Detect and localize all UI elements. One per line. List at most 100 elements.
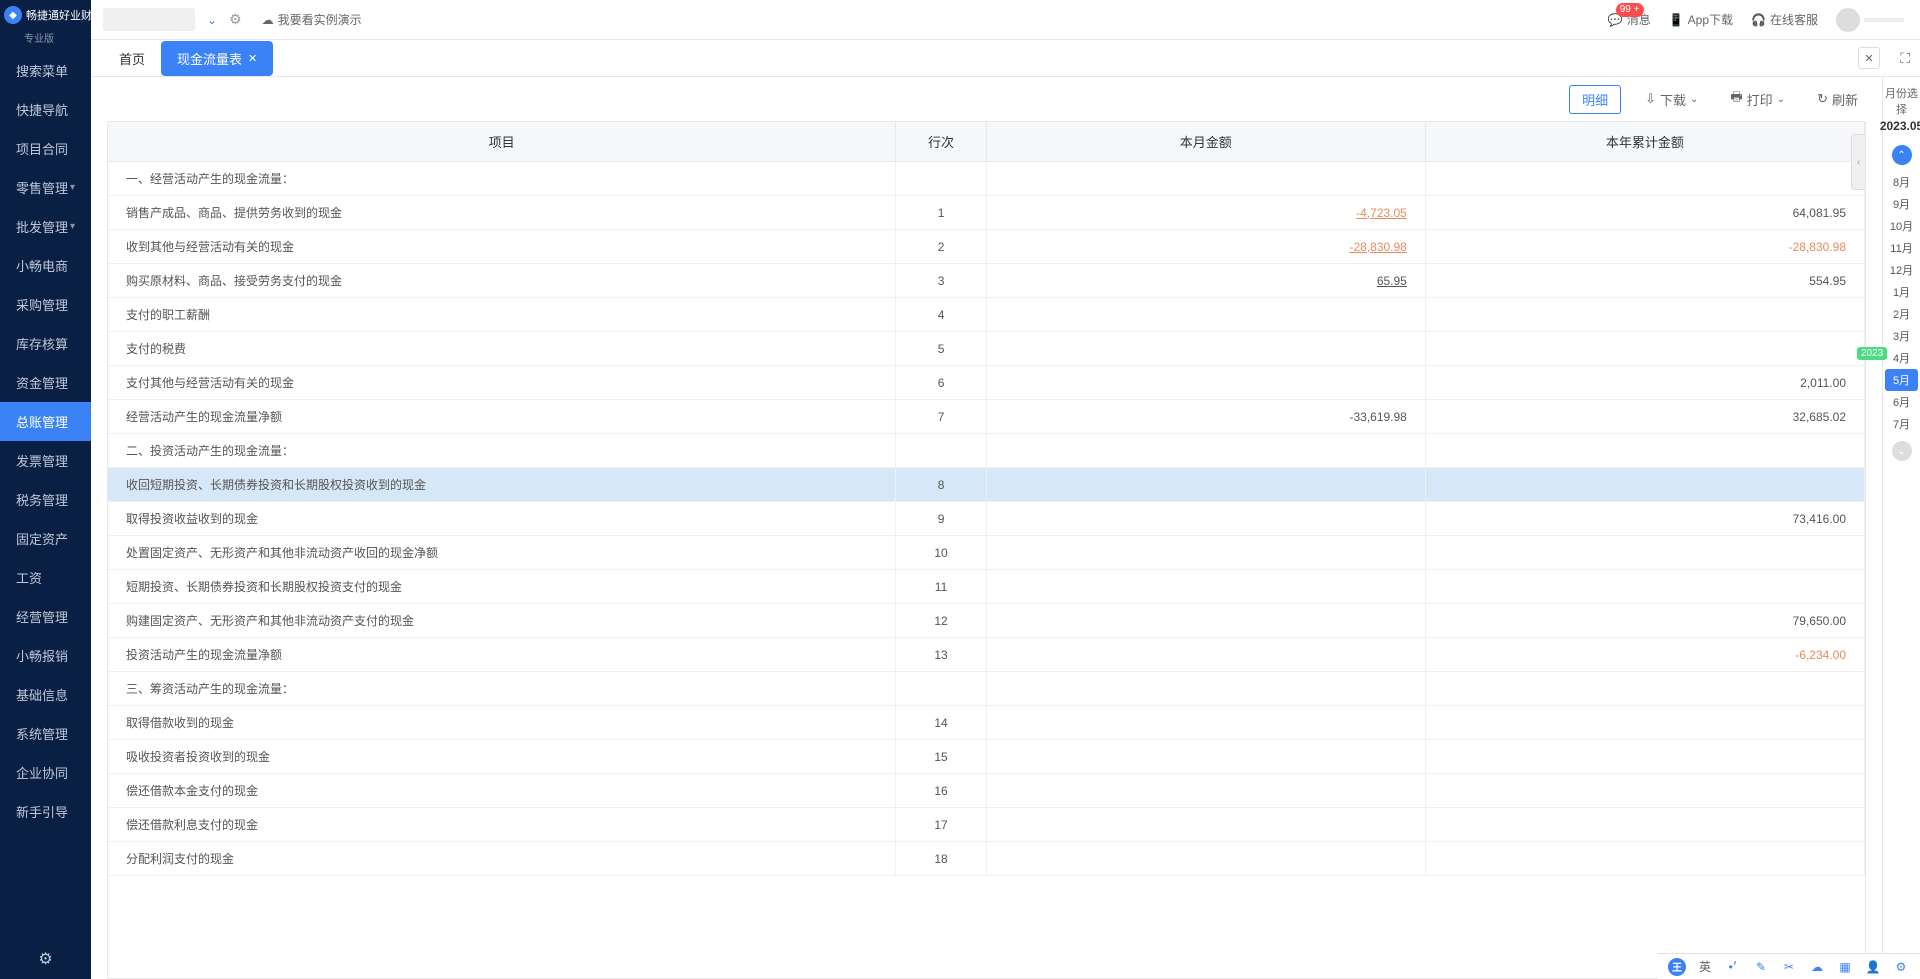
table-row[interactable]: 取得借款收到的现金14 bbox=[108, 706, 1865, 740]
tabbar: 首页 现金流量表 ✕ ✕ ⛶ bbox=[91, 40, 1920, 77]
sidebar-item[interactable]: 系统管理 bbox=[0, 714, 91, 753]
sidebar-item[interactable]: 企业协同 bbox=[0, 753, 91, 792]
sidebar-item[interactable]: 批发管理▾ bbox=[0, 207, 91, 246]
amount-link[interactable]: -4,723.05 bbox=[1356, 206, 1407, 220]
tb-icon-cloud[interactable]: ☁ bbox=[1808, 958, 1826, 976]
org-dropdown-icon[interactable]: ⌄ bbox=[207, 13, 217, 27]
table-row[interactable]: 短期投资、长期债券投资和长期股权投资支付的现金11 bbox=[108, 570, 1865, 604]
amount-link[interactable]: -28,830.98 bbox=[1349, 240, 1406, 254]
tab-home[interactable]: 首页 bbox=[103, 41, 161, 76]
topbar: ⌄ ⚙ ☁ 我要看实例演示 99 + 💬 消息 📱 App下载 � bbox=[91, 0, 1920, 40]
table-row[interactable]: 取得投资收益收到的现金973,416.00 bbox=[108, 502, 1865, 536]
tb-icon-gear[interactable]: ⚙ bbox=[1892, 958, 1910, 976]
tb-icon-3[interactable]: ✂ bbox=[1780, 958, 1798, 976]
table-row[interactable]: 偿还借款利息支付的现金17 bbox=[108, 808, 1865, 842]
sidebar-item[interactable]: 工资 bbox=[0, 558, 91, 597]
chevron-down-icon: ▾ bbox=[70, 182, 75, 193]
table-row[interactable]: 二、投资活动产生的现金流量： bbox=[108, 434, 1865, 468]
sidebar-item[interactable]: 新手引导 bbox=[0, 792, 91, 831]
content: 明细 ⇩ 下载 ⌄ 🖶 打印 ⌄ ↻ 刷新 bbox=[91, 77, 1920, 979]
download-button[interactable]: ⇩ 下载 ⌄ bbox=[1637, 86, 1706, 113]
table-row[interactable]: 处置固定资产、无形资产和其他非流动资产收回的现金净额10 bbox=[108, 536, 1865, 570]
table-row[interactable]: 投资活动产生的现金流量净额13-6,234.00 bbox=[108, 638, 1865, 672]
close-all-tabs-button[interactable]: ✕ bbox=[1858, 47, 1880, 69]
month-item[interactable]: 9月 bbox=[1885, 193, 1918, 215]
sidebar-item[interactable]: 快捷导航 bbox=[0, 90, 91, 129]
print-button[interactable]: 🖶 打印 ⌄ bbox=[1722, 84, 1793, 114]
sidebar-item[interactable]: 小畅电商 bbox=[0, 246, 91, 285]
month-item[interactable]: 11月 bbox=[1885, 237, 1918, 259]
sidebar-item[interactable]: 经营管理 bbox=[0, 597, 91, 636]
month-item[interactable]: 7月 bbox=[1885, 413, 1918, 435]
ime-lang[interactable]: 英 bbox=[1696, 958, 1714, 976]
table-row[interactable]: 分配利润支付的现金18 bbox=[108, 842, 1865, 876]
sidebar-item[interactable]: 资金管理 bbox=[0, 363, 91, 402]
tb-icon-1[interactable]: •׳ bbox=[1724, 958, 1742, 976]
table-row[interactable]: 收回短期投资、长期债券投资和长期股权投资收到的现金8 bbox=[108, 468, 1865, 502]
amount-link[interactable]: 65.95 bbox=[1377, 274, 1407, 288]
edition-label: 专业版 bbox=[0, 30, 91, 51]
app-download-button[interactable]: 📱 App下载 bbox=[1669, 11, 1733, 28]
collapse-filter-handle[interactable]: ‹ bbox=[1851, 134, 1865, 190]
sidebar-item[interactable]: 小畅报销 bbox=[0, 636, 91, 675]
table-row[interactable]: 吸收投资者投资收到的现金15 bbox=[108, 740, 1865, 774]
sidebar-item[interactable]: 总账管理 bbox=[0, 402, 91, 441]
month-item[interactable]: 12月 bbox=[1885, 259, 1918, 281]
sidebar-item[interactable]: 发票管理 bbox=[0, 441, 91, 480]
sidebar-item[interactable]: 项目合同 bbox=[0, 129, 91, 168]
tab-cashflow[interactable]: 现金流量表 ✕ bbox=[161, 41, 273, 76]
org-settings-icon[interactable]: ⚙ bbox=[229, 11, 242, 28]
month-item[interactable]: 3月 bbox=[1885, 325, 1918, 347]
table-row[interactable]: 经营活动产生的现金流量净额7-33,619.9832,685.02 bbox=[108, 400, 1865, 434]
sidebar: ◆ 畅捷通好业财 专业版 搜索菜单快捷导航项目合同零售管理▾批发管理▾小畅电商采… bbox=[0, 0, 91, 979]
table-row[interactable]: 购买原材料、商品、接受劳务支付的现金365.95554.95 bbox=[108, 264, 1865, 298]
month-item[interactable]: 5月 bbox=[1885, 369, 1918, 391]
month-item[interactable]: 10月 bbox=[1885, 215, 1918, 237]
table-row[interactable]: 支付的税费5 bbox=[108, 332, 1865, 366]
month-item[interactable]: 2月 bbox=[1885, 303, 1918, 325]
sidebar-item[interactable]: 采购管理 bbox=[0, 285, 91, 324]
chevron-down-icon: ⌄ bbox=[1777, 94, 1785, 105]
tb-icon-person[interactable]: 👤 bbox=[1864, 958, 1882, 976]
bubble-icon: ☁ bbox=[262, 13, 274, 27]
table-row[interactable]: 收到其他与经营活动有关的现金2-28,830.98-28,830.98 bbox=[108, 230, 1865, 264]
sidebar-item[interactable]: 税务管理 bbox=[0, 480, 91, 519]
scroll-up-icon[interactable]: ⌃ bbox=[1892, 145, 1912, 165]
main-area: ⌄ ⚙ ☁ 我要看实例演示 99 + 💬 消息 📱 App下载 � bbox=[91, 0, 1920, 979]
messages-button[interactable]: 99 + 💬 消息 bbox=[1608, 11, 1651, 28]
table-row[interactable]: 支付其他与经营活动有关的现金62,011.00 bbox=[108, 366, 1865, 400]
selected-year-month: 2023.05 bbox=[1880, 119, 1920, 133]
sidebar-item[interactable]: 零售管理▾ bbox=[0, 168, 91, 207]
table-row[interactable]: 一、经营活动产生的现金流量： bbox=[108, 162, 1865, 196]
scroll-down-icon[interactable]: ⌄ bbox=[1892, 441, 1912, 461]
fullscreen-icon[interactable]: ⛶ bbox=[1900, 50, 1910, 67]
month-item[interactable]: 8月 bbox=[1885, 171, 1918, 193]
tb-icon-grid[interactable]: ▦ bbox=[1836, 958, 1854, 976]
sidebar-item[interactable]: 库存核算 bbox=[0, 324, 91, 363]
refresh-button[interactable]: ↻ 刷新 bbox=[1809, 86, 1866, 113]
settings-gear-icon[interactable]: ⚙ bbox=[0, 939, 91, 979]
sidebar-item[interactable]: 搜索菜单 bbox=[0, 51, 91, 90]
table-row[interactable]: 偿还借款本金支付的现金16 bbox=[108, 774, 1865, 808]
support-button[interactable]: 🎧 在线客服 bbox=[1751, 11, 1818, 28]
month-item[interactable]: 1月 bbox=[1885, 281, 1918, 303]
sidebar-item[interactable]: 固定资产 bbox=[0, 519, 91, 558]
ime-indicator-icon[interactable]: 王 bbox=[1668, 958, 1686, 976]
col-header-month: 本月金额 bbox=[986, 122, 1425, 162]
month-item[interactable]: 6月 bbox=[1885, 391, 1918, 413]
user-menu[interactable] bbox=[1836, 8, 1904, 32]
refresh-icon: ↻ bbox=[1817, 91, 1828, 107]
month-selector-panel: 月份选择 2023.05 ⌃ 2023 8月9月10月11月12月1月2月3月4… bbox=[1882, 77, 1920, 979]
month-item[interactable]: 4月 bbox=[1885, 347, 1918, 369]
detail-button[interactable]: 明细 bbox=[1569, 85, 1621, 114]
close-icon[interactable]: ✕ bbox=[248, 52, 257, 65]
table-row[interactable]: 支付的职工薪酬4 bbox=[108, 298, 1865, 332]
table-row[interactable]: 购建固定资产、无形资产和其他非流动资产支付的现金1279,650.00 bbox=[108, 604, 1865, 638]
table-row[interactable]: 三、筹资活动产生的现金流量： bbox=[108, 672, 1865, 706]
demo-link[interactable]: ☁ 我要看实例演示 bbox=[262, 11, 362, 28]
month-panel-title: 月份选择 bbox=[1885, 85, 1918, 117]
table-row[interactable]: 销售产成品、商品、提供劳务收到的现金1-4,723.0564,081.95 bbox=[108, 196, 1865, 230]
headset-icon: 🎧 bbox=[1751, 13, 1766, 27]
tb-icon-2[interactable]: ✎ bbox=[1752, 958, 1770, 976]
sidebar-item[interactable]: 基础信息 bbox=[0, 675, 91, 714]
